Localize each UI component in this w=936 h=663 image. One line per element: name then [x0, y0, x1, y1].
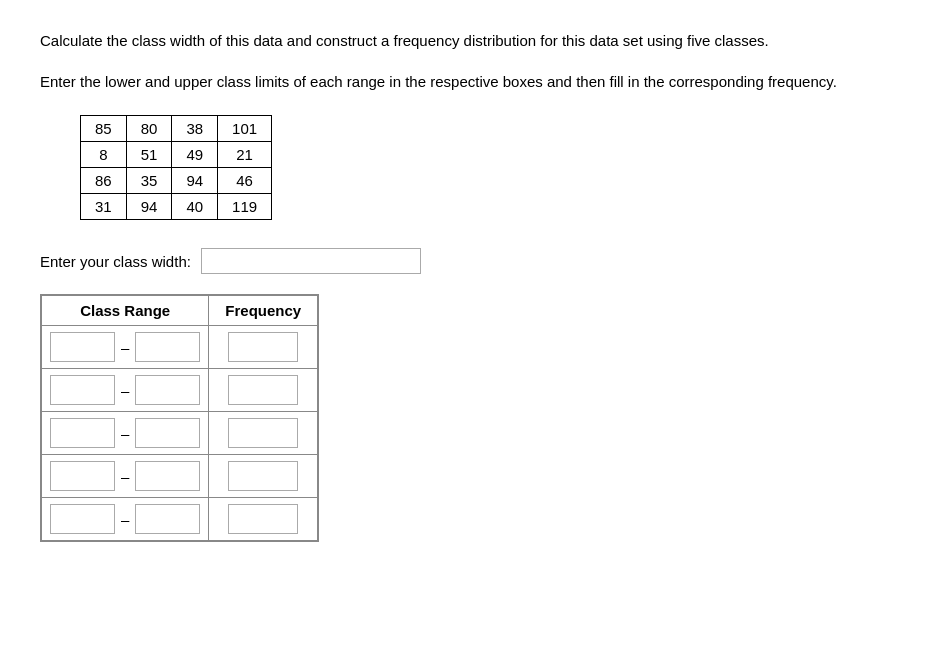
data-cell: 8 — [81, 142, 127, 168]
data-cell: 119 — [218, 194, 272, 220]
data-cell: 38 — [172, 116, 218, 142]
range-dash: – — [121, 425, 129, 442]
frequency-cell — [209, 326, 318, 369]
lower-class-limit-input[interactable] — [50, 332, 115, 362]
range-dash: – — [121, 468, 129, 485]
data-table: 858038101851492186359446319440119 — [80, 115, 272, 220]
frequency-cell — [209, 412, 318, 455]
range-dash: – — [121, 339, 129, 356]
table-row: – — [42, 369, 318, 412]
upper-class-limit-input[interactable] — [135, 504, 200, 534]
frequency-input[interactable] — [228, 332, 298, 362]
data-cell: 49 — [172, 142, 218, 168]
frequency-input[interactable] — [228, 461, 298, 491]
table-row: – — [42, 326, 318, 369]
frequency-distribution-table: Class Range Frequency – – – – – — [40, 294, 319, 542]
table-row: – — [42, 412, 318, 455]
freq-table: Class Range Frequency – – – – – — [41, 295, 318, 541]
data-cell: 51 — [126, 142, 172, 168]
class-range-cell: – — [42, 455, 209, 498]
data-cell: 86 — [81, 168, 127, 194]
class-width-label: Enter your class width: — [40, 253, 191, 270]
data-cell: 40 — [172, 194, 218, 220]
class-width-row: Enter your class width: — [40, 248, 896, 274]
instruction-1: Calculate the class width of this data a… — [40, 30, 896, 53]
data-cell: 35 — [126, 168, 172, 194]
frequency-input[interactable] — [228, 418, 298, 448]
data-cell: 31 — [81, 194, 127, 220]
table-row: – — [42, 498, 318, 541]
class-range-cell: – — [42, 412, 209, 455]
data-cell: 80 — [126, 116, 172, 142]
data-cell: 94 — [126, 194, 172, 220]
class-width-input[interactable] — [201, 248, 421, 274]
frequency-input[interactable] — [228, 375, 298, 405]
frequency-input[interactable] — [228, 504, 298, 534]
frequency-header: Frequency — [209, 296, 318, 326]
data-cell: 85 — [81, 116, 127, 142]
lower-class-limit-input[interactable] — [50, 375, 115, 405]
class-range-cell: – — [42, 326, 209, 369]
class-range-header: Class Range — [42, 296, 209, 326]
lower-class-limit-input[interactable] — [50, 418, 115, 448]
frequency-cell — [209, 369, 318, 412]
data-cell: 46 — [218, 168, 272, 194]
upper-class-limit-input[interactable] — [135, 375, 200, 405]
range-dash: – — [121, 511, 129, 528]
data-cell: 94 — [172, 168, 218, 194]
data-cell: 101 — [218, 116, 272, 142]
class-range-cell: – — [42, 498, 209, 541]
lower-class-limit-input[interactable] — [50, 504, 115, 534]
upper-class-limit-input[interactable] — [135, 418, 200, 448]
frequency-cell — [209, 455, 318, 498]
lower-class-limit-input[interactable] — [50, 461, 115, 491]
table-row: – — [42, 455, 318, 498]
upper-class-limit-input[interactable] — [135, 461, 200, 491]
upper-class-limit-input[interactable] — [135, 332, 200, 362]
class-range-cell: – — [42, 369, 209, 412]
instruction-2: Enter the lower and upper class limits o… — [40, 71, 896, 94]
data-cell: 21 — [218, 142, 272, 168]
frequency-cell — [209, 498, 318, 541]
range-dash: – — [121, 382, 129, 399]
